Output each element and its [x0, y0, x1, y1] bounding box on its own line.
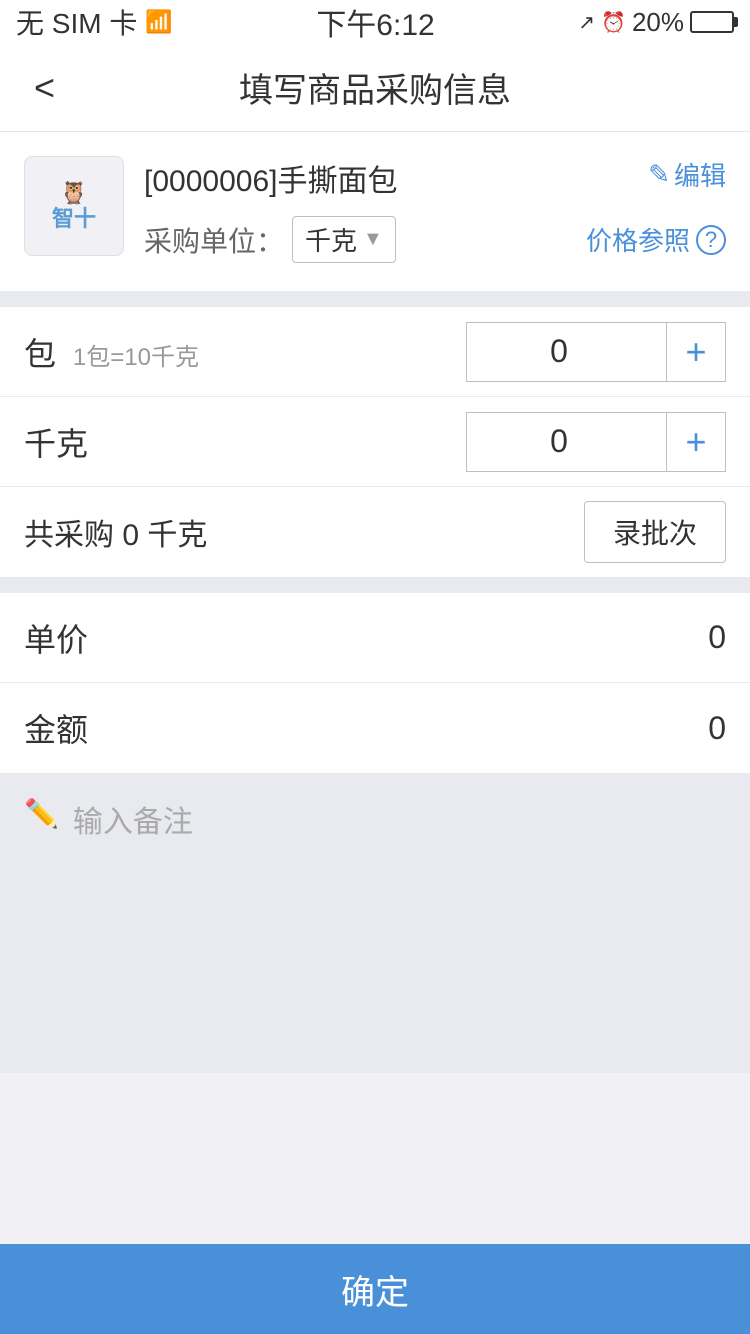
confirm-button[interactable]: 确定 — [0, 1244, 750, 1334]
bao-input-section: 包 1包=10千克 + 千克 + — [0, 307, 750, 487]
amount-row: 金额 0 — [0, 683, 750, 773]
status-left: 无 SIM 卡 📶 — [16, 2, 173, 42]
product-card: 🦉 智十 [0000006]手撕面包 ✎编辑 采购单位： 千克 ▼ 价格参照 ? — [0, 132, 750, 291]
product-info: [0000006]手撕面包 ✎编辑 采购单位： 千克 ▼ 价格参照 ? — [144, 156, 726, 263]
price-reference-button[interactable]: 价格参照 ? — [586, 221, 726, 258]
product-header: [0000006]手撕面包 ✎编辑 — [144, 156, 726, 200]
bao-input-plus: + — [466, 322, 726, 382]
status-bar: 无 SIM 卡 📶 下午6:12 ↗ ⏰ 20% — [0, 0, 750, 44]
unit-label: 采购单位： — [144, 220, 284, 260]
unit-price-label: 单价 — [24, 615, 88, 661]
bao-plus-button[interactable]: + — [666, 322, 726, 382]
bao-input-row: 包 1包=10千克 + — [0, 307, 750, 397]
summary-text: 共采购 0 千克 — [24, 510, 207, 554]
notes-section[interactable]: ✏️ 输入备注 — [0, 773, 750, 1073]
product-logo: 🦉 智十 — [52, 180, 96, 233]
kg-plus-button[interactable]: + — [666, 412, 726, 472]
status-right: ↗ ⏰ 20% — [578, 7, 734, 38]
summary-row: 共采购 0 千克 录批次 — [0, 487, 750, 577]
unit-price-row: 单价 0 — [0, 593, 750, 683]
logo-icon: 🦉 — [60, 180, 87, 206]
chevron-down-icon: ▼ — [363, 228, 383, 251]
product-thumbnail: 🦉 智十 — [24, 156, 124, 256]
bao-qty-input[interactable] — [466, 322, 666, 382]
product-name: [0000006]手撕面包 — [144, 156, 397, 200]
battery-percent: 20% — [632, 7, 684, 38]
notes-inner: ✏️ 输入备注 — [24, 797, 726, 841]
kg-qty-input[interactable] — [466, 412, 666, 472]
section-divider-2 — [0, 577, 750, 593]
amount-label: 金额 — [24, 705, 88, 751]
wifi-icon: 📶 — [145, 9, 172, 35]
kg-input-plus: + — [466, 412, 726, 472]
nav-bar: < 填写商品采购信息 — [0, 44, 750, 132]
back-button[interactable]: < — [24, 57, 65, 119]
kg-input-row: 千克 + — [0, 397, 750, 487]
edit-button[interactable]: ✎编辑 — [648, 156, 726, 193]
section-divider-1 — [0, 291, 750, 307]
notes-placeholder: 输入备注 — [73, 797, 193, 841]
kg-label: 千克 — [24, 419, 466, 465]
sim-label: 无 SIM 卡 — [16, 2, 137, 42]
question-icon: ? — [696, 225, 726, 255]
unit-price-value: 0 — [708, 619, 726, 656]
price-section: 单价 0 金额 0 — [0, 593, 750, 773]
unit-select-dropdown[interactable]: 千克 ▼ — [292, 216, 396, 263]
amount-value: 0 — [708, 710, 726, 747]
purchase-unit-row: 采购单位： 千克 ▼ 价格参照 ? — [144, 216, 726, 263]
status-time: 下午6:12 — [316, 0, 434, 44]
page-title: 填写商品采购信息 — [239, 63, 511, 112]
location-icon: ↗ — [578, 10, 595, 35]
record-batch-button[interactable]: 录批次 — [584, 501, 726, 563]
unit-select-value: 千克 — [305, 221, 357, 258]
logo-text: 智十 — [52, 206, 96, 232]
battery-icon — [690, 11, 734, 33]
alarm-icon: ⏰ — [601, 10, 626, 35]
bao-label: 包 1包=10千克 — [24, 329, 466, 375]
pencil-icon: ✏️ — [24, 797, 59, 830]
